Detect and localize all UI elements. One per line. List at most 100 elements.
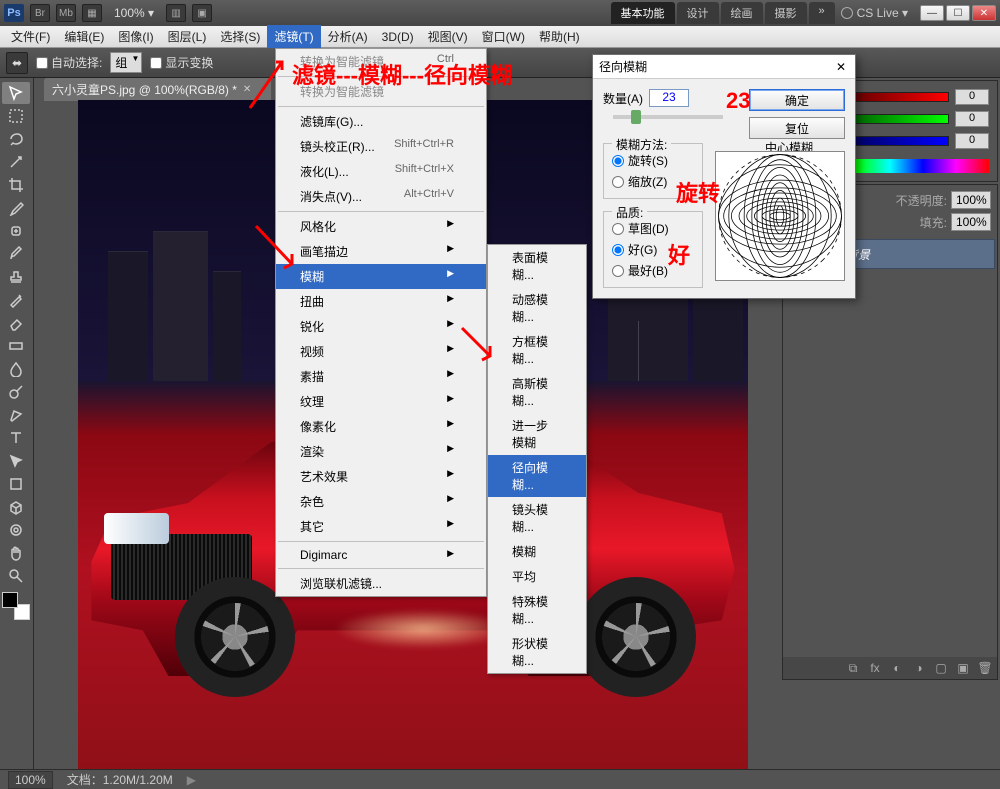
marquee-tool[interactable] [2,105,30,127]
move-tool[interactable] [2,82,30,104]
color-swatches[interactable] [2,592,30,620]
menu-texture[interactable]: 纹理▶ [276,389,486,414]
hand-tool[interactable] [2,542,30,564]
radio-good[interactable]: 好(G) [612,239,694,260]
workspace-tab-painting[interactable]: 绘画 [721,2,763,24]
view-extras-button[interactable]: ▦ [82,4,102,22]
close-button[interactable]: ✕ [972,5,996,21]
menu-3d[interactable]: 3D(D) [375,27,421,47]
reset-button[interactable]: 复位 [749,117,845,139]
menu-image[interactable]: 图像(I) [111,25,160,48]
adjustment-icon[interactable]: ◑ [911,661,927,675]
menu-brush-strokes[interactable]: 画笔描边▶ [276,239,486,264]
menu-select[interactable]: 选择(S) [213,25,267,48]
fill-field[interactable]: 100% [951,213,991,231]
submenu-radial-blur[interactable]: 径向模糊... [488,455,586,497]
menu-other[interactable]: 其它▶ [276,514,486,539]
dialog-close-icon[interactable]: ✕ [833,59,849,75]
submenu-lens-blur[interactable]: 镜头模糊... [488,497,586,539]
ok-button[interactable]: 确定 [749,89,845,111]
bridge-button[interactable]: Br [30,4,50,22]
arrange-docs-button[interactable]: ▥ [166,4,186,22]
gradient-tool[interactable] [2,335,30,357]
new-layer-icon[interactable]: ▣ [955,661,971,675]
submenu-surface-blur[interactable]: 表面模糊... [488,245,586,287]
menu-filter-gallery[interactable]: 滤镜库(G)... [276,109,486,134]
menu-distort[interactable]: 扭曲▶ [276,289,486,314]
radio-spin[interactable]: 旋转(S) [612,150,694,171]
opacity-field[interactable]: 100% [951,191,991,209]
menu-view[interactable]: 视图(V) [421,25,475,48]
workspace-tab-essentials[interactable]: 基本功能 [611,2,675,24]
document-tab[interactable]: 六小灵童PS.jpg @ 100%(RGB/8) *✕ [44,78,271,101]
dialog-titlebar[interactable]: 径向模糊 ✕ [593,55,855,79]
menu-blur[interactable]: 模糊▶ [276,264,486,289]
blur-tool[interactable] [2,358,30,380]
wand-tool[interactable] [2,151,30,173]
radio-best[interactable]: 最好(B) [612,260,694,281]
menu-stylize[interactable]: 风格化▶ [276,214,486,239]
close-tab-icon[interactable]: ✕ [243,84,251,95]
menu-window[interactable]: 窗口(W) [475,25,532,48]
3d-tool[interactable] [2,496,30,518]
menu-last-filter[interactable]: 转换为智能滤镜Ctrl [276,49,486,74]
menu-render[interactable]: 渲染▶ [276,439,486,464]
history-brush-tool[interactable] [2,289,30,311]
submenu-smart-blur[interactable]: 特殊模糊... [488,589,586,631]
amount-input[interactable]: 23 [649,89,689,107]
zoom-level[interactable]: 100% ▾ [108,6,160,20]
radio-zoom[interactable]: 缩放(Z) [612,171,694,192]
pen-tool[interactable] [2,404,30,426]
auto-select-target[interactable]: 组 [110,52,142,73]
workspace-tab-design[interactable]: 设计 [677,2,719,24]
submenu-blur-more[interactable]: 进一步模糊 [488,413,586,455]
shape-tool[interactable] [2,473,30,495]
amount-slider[interactable] [613,115,723,119]
minimize-button[interactable]: — [920,5,944,21]
eyedropper-tool[interactable] [2,197,30,219]
mask-icon[interactable]: ◐ [889,661,905,675]
red-value[interactable]: 0 [955,89,989,105]
link-icon[interactable]: ⧉ [845,661,861,675]
menu-layer[interactable]: 图层(L) [161,25,214,48]
type-tool[interactable] [2,427,30,449]
menu-noise[interactable]: 杂色▶ [276,489,486,514]
trash-icon[interactable]: 🗑 [977,661,993,675]
group-icon[interactable]: ▢ [933,661,949,675]
submenu-shape-blur[interactable]: 形状模糊... [488,631,586,673]
menu-analysis[interactable]: 分析(A) [321,25,375,48]
submenu-motion-blur[interactable]: 动感模糊... [488,287,586,329]
workspace-more[interactable]: » [809,2,835,24]
menu-help[interactable]: 帮助(H) [532,25,587,48]
menu-liquify[interactable]: 液化(L)...Shift+Ctrl+X [276,159,486,184]
menu-edit[interactable]: 编辑(E) [57,25,111,48]
menu-video[interactable]: 视频▶ [276,339,486,364]
menu-lens-correction[interactable]: 镜头校正(R)...Shift+Ctrl+R [276,134,486,159]
menu-filter[interactable]: 滤镜(T) [267,25,320,48]
submenu-box-blur[interactable]: 方框模糊... [488,329,586,371]
menu-artistic[interactable]: 艺术效果▶ [276,464,486,489]
screen-mode-button[interactable]: ▣ [192,4,212,22]
auto-select-checkbox[interactable]: 自动选择: [36,54,102,71]
menu-pixelate[interactable]: 像素化▶ [276,414,486,439]
crop-tool[interactable] [2,174,30,196]
cslive-button[interactable]: CS Live ▾ [841,6,908,20]
path-select-tool[interactable] [2,450,30,472]
maximize-button[interactable]: ☐ [946,5,970,21]
show-transform-checkbox[interactable]: 显示变换 [150,54,213,71]
status-zoom[interactable]: 100% [8,771,53,789]
menu-sketch[interactable]: 素描▶ [276,364,486,389]
menu-file[interactable]: 文件(F) [4,25,57,48]
eraser-tool[interactable] [2,312,30,334]
heal-tool[interactable] [2,220,30,242]
move-tool-icon[interactable]: ⬌ [6,52,28,74]
stamp-tool[interactable] [2,266,30,288]
radio-draft[interactable]: 草图(D) [612,218,694,239]
minibridge-button[interactable]: Mb [56,4,76,22]
green-value[interactable]: 0 [955,111,989,127]
blue-value[interactable]: 0 [955,133,989,149]
menu-digimarc[interactable]: Digimarc▶ [276,544,486,566]
workspace-tab-photography[interactable]: 摄影 [765,2,807,24]
blur-center-preview[interactable] [715,151,845,281]
lasso-tool[interactable] [2,128,30,150]
